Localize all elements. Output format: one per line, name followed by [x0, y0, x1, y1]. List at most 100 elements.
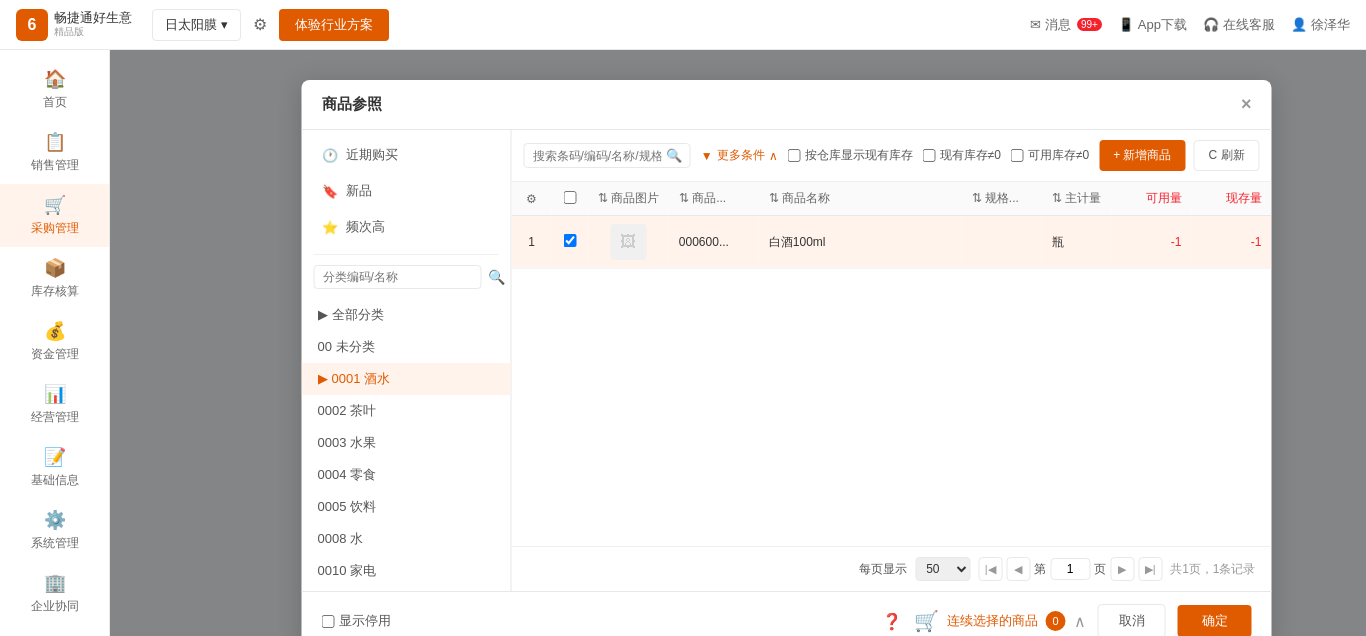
refresh-button[interactable]: C 刷新: [1194, 140, 1260, 171]
chevron-down-icon: ▾: [221, 17, 228, 32]
tree-arrow-0001: ▶: [318, 371, 328, 386]
tree-item-0001[interactable]: ▶ 0001 酒水: [302, 363, 511, 395]
product-table-wrap: ⚙ ⇅ 商品图片: [512, 182, 1272, 546]
sidebar-item-purchase[interactable]: 🛒 采购管理: [0, 184, 109, 247]
per-page-select[interactable]: 50 100 200: [915, 557, 970, 581]
cart-section: 🛒 连续选择的商品 0 ∧: [914, 609, 1086, 633]
page-input[interactable]: [1050, 558, 1090, 580]
tree-arrow-all: ▶: [318, 307, 328, 322]
cta-button[interactable]: 体验行业方案: [279, 9, 389, 41]
stock-nonzero-checkbox[interactable]: 现有库存≠0: [923, 147, 1001, 164]
image-icon: 🖼: [620, 233, 636, 251]
row-name: 白酒100ml: [759, 216, 962, 269]
category-search-icon[interactable]: 🔍: [488, 269, 505, 285]
product-search-icon[interactable]: 🔍: [666, 148, 682, 163]
clock-icon: 🕐: [322, 148, 338, 163]
sidebar-item-inventory[interactable]: 📦 库存核算: [0, 247, 109, 310]
collapse-cart-icon[interactable]: ∧: [1074, 612, 1086, 631]
inventory-icon: 📦: [44, 257, 66, 279]
settings-col-icon[interactable]: ⚙: [526, 192, 537, 206]
row-spec: [962, 216, 1042, 269]
tree-item-00[interactable]: 00 未分类: [302, 331, 511, 363]
warehouse-display-checkbox[interactable]: 按仓库显示现有库存: [788, 147, 913, 164]
frequent-products[interactable]: ⭐ 频次高: [314, 212, 499, 242]
modal-close-button[interactable]: ×: [1241, 94, 1252, 115]
logo-sub: 精品版: [54, 25, 132, 39]
logo-area: 6 畅捷通好生意 精品版: [16, 9, 132, 41]
cart-icon: 🛒: [914, 609, 939, 633]
settings-icon[interactable]: ⚙: [253, 15, 267, 34]
nav-company-dropdown[interactable]: 日太阳膜 ▾: [152, 9, 241, 41]
sidebar-item-system[interactable]: ⚙️ 系统管理: [0, 499, 109, 562]
nav-right: ✉ 消息 99+ 📱 App下载 🎧 在线客服 👤 徐泽华: [1030, 16, 1350, 34]
tree-item-0005[interactable]: 0005 饮料: [302, 491, 511, 523]
sidebar-item-finance[interactable]: 💰 资金管理: [0, 310, 109, 373]
modal-body: 🕐 近期购买 🔖 新品 ⭐ 频次高: [302, 130, 1272, 591]
chevron-up-icon: ∧: [769, 149, 778, 163]
th-name: ⇅ 商品名称: [759, 182, 962, 216]
prev-page-button[interactable]: ◀: [1006, 557, 1030, 581]
page-word: 第: [1034, 561, 1046, 578]
row-avail: -1: [1112, 216, 1192, 269]
per-page-label: 每页显示: [859, 561, 907, 578]
avail-nonzero-checkbox[interactable]: 可用库存≠0: [1011, 147, 1089, 164]
more-conditions-button[interactable]: ▼ 更多条件 ∧: [701, 147, 778, 164]
new-icon: 🔖: [322, 184, 338, 199]
add-product-button[interactable]: + 新增商品: [1099, 140, 1185, 171]
message-badge: 99+: [1077, 18, 1102, 31]
management-icon: 📊: [44, 383, 66, 405]
quick-access: 🕐 近期购买 🔖 新品 ⭐ 频次高: [302, 140, 511, 250]
th-stock: 现存量: [1192, 182, 1272, 216]
tree-item-0004[interactable]: 0004 零食: [302, 459, 511, 491]
row-checkbox[interactable]: [563, 234, 576, 247]
row-num: 1: [512, 216, 552, 269]
row-checkbox-cell: [552, 216, 588, 269]
sidebar-item-basic[interactable]: 📝 基础信息: [0, 436, 109, 499]
confirm-button[interactable]: 确定: [1178, 605, 1252, 636]
help-icon[interactable]: ❓: [882, 612, 902, 631]
tree-item-0002[interactable]: 0002 茶叶: [302, 395, 511, 427]
last-page-button[interactable]: ▶|: [1138, 557, 1162, 581]
th-avail: 可用量: [1112, 182, 1192, 216]
pagination: 每页显示 50 100 200 |◀ ◀ 第 页 ▶: [512, 546, 1272, 591]
recent-purchases[interactable]: 🕐 近期购买: [314, 140, 499, 170]
first-page-button[interactable]: |◀: [978, 557, 1002, 581]
tree-item-all[interactable]: ▶ 全部分类: [302, 299, 511, 331]
search-input-wrap: 🔍: [524, 143, 691, 168]
user-avatar[interactable]: 👤 徐泽华: [1291, 16, 1350, 34]
category-search-input[interactable]: [314, 265, 482, 289]
table-header-row: ⚙ ⇅ 商品图片: [512, 182, 1272, 216]
th-checkbox: [552, 182, 588, 216]
logo-icon: 6: [16, 9, 48, 41]
message-button[interactable]: ✉ 消息 99+: [1030, 16, 1102, 34]
cancel-button[interactable]: 取消: [1098, 604, 1166, 636]
th-img: ⇅ 商品图片: [588, 182, 669, 216]
footer-right: ❓ 🛒 连续选择的商品 0 ∧ 取消 确定: [882, 604, 1252, 636]
product-image-placeholder: 🖼: [610, 224, 646, 260]
next-page-button[interactable]: ▶: [1110, 557, 1134, 581]
sidebar-item-enterprise[interactable]: 🏢 企业协同: [0, 562, 109, 625]
sidebar-item-management[interactable]: 📊 经营管理: [0, 373, 109, 436]
cart-label: 连续选择的商品: [947, 612, 1038, 630]
topnav: 6 畅捷通好生意 精品版 日太阳膜 ▾ ⚙ 体验行业方案 ✉ 消息 99+ 📱 …: [0, 0, 1366, 50]
sidebar-item-home[interactable]: 🏠 首页: [0, 58, 109, 121]
new-products[interactable]: 🔖 新品: [314, 176, 499, 206]
sidebar-item-sales[interactable]: 📋 销售管理: [0, 121, 109, 184]
th-spec: ⇅ 规格...: [962, 182, 1042, 216]
phone-icon: 📱: [1118, 17, 1134, 32]
product-search-input[interactable]: [533, 149, 662, 163]
tree-item-0008[interactable]: 0008 水: [302, 523, 511, 555]
show-disabled-checkbox[interactable]: 显示停用: [322, 612, 391, 630]
filter-icon: ▼: [701, 149, 713, 163]
table-row[interactable]: 1 🖼 000600...: [512, 216, 1272, 269]
tree-item-0010[interactable]: 0010 家电: [302, 555, 511, 581]
page-unit: 页: [1094, 561, 1106, 578]
tree-item-0003[interactable]: 0003 水果: [302, 427, 511, 459]
sidebar-item-guide[interactable]: 🎯 新手引导: [0, 625, 109, 636]
select-all-checkbox[interactable]: [563, 191, 576, 204]
app-download-button[interactable]: 📱 App下载: [1118, 16, 1187, 34]
product-panel: 🔍 ▼ 更多条件 ∧ 按仓库显示现有库存: [512, 130, 1272, 591]
sort-icon-spec: ⇅: [972, 191, 982, 205]
customer-service-button[interactable]: 🎧 在线客服: [1203, 16, 1275, 34]
modal-footer: 显示停用 ❓ 🛒 连续选择的商品 0 ∧ 取消 确定: [302, 591, 1272, 636]
